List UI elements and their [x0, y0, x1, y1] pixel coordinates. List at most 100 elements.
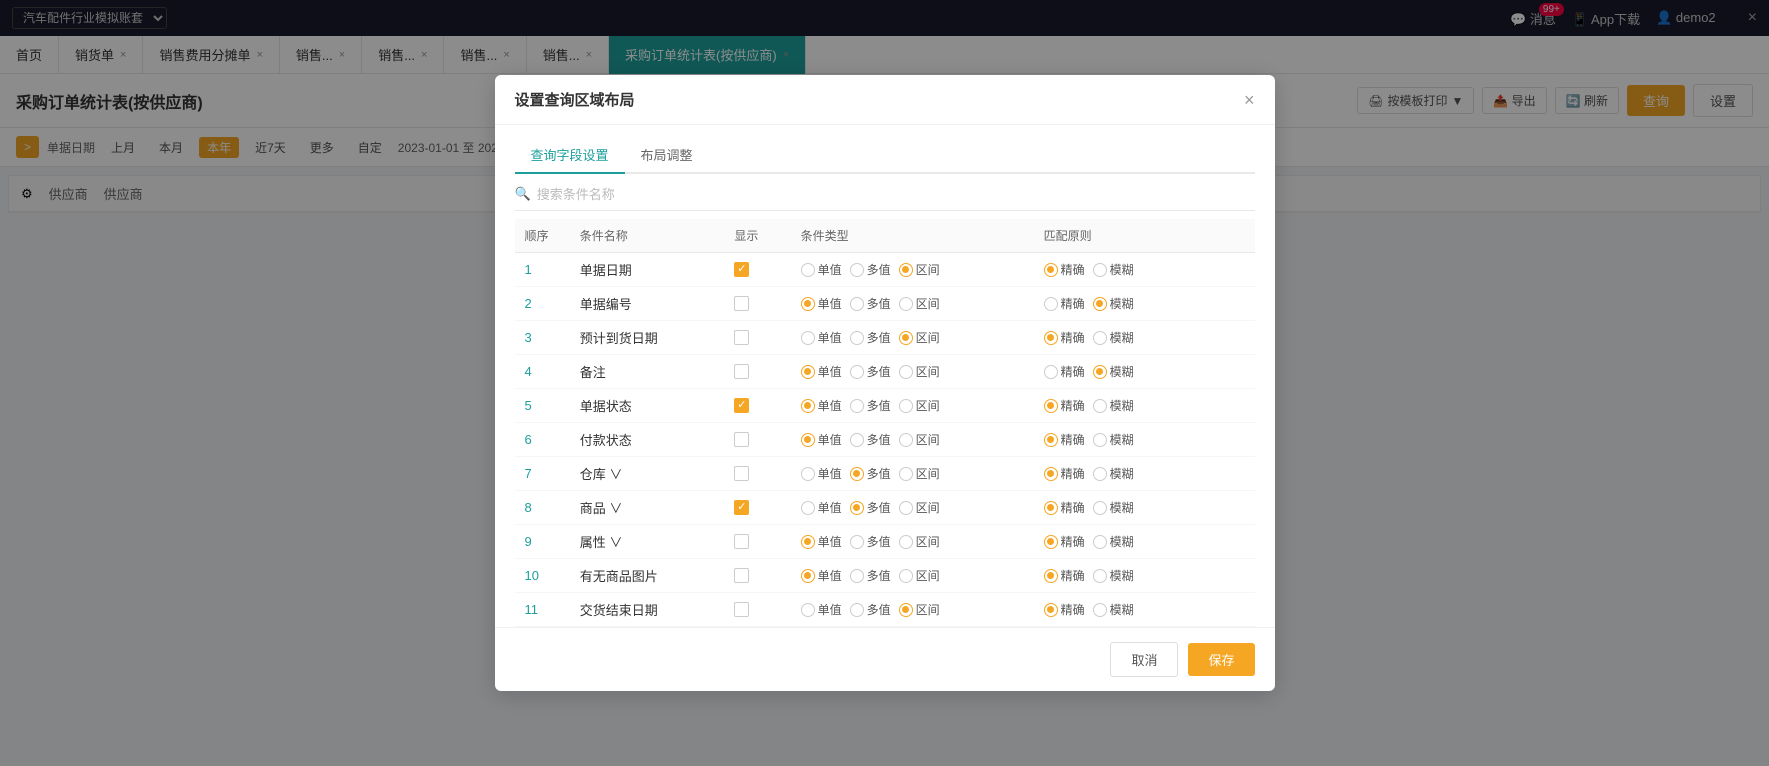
- modal-close-button[interactable]: ×: [1244, 91, 1255, 109]
- type-radio-单值[interactable]: 单值: [801, 261, 842, 278]
- type-radio-多值[interactable]: 多值: [850, 567, 891, 584]
- type-radio-区间[interactable]: 区间: [899, 329, 940, 346]
- type-radio-多值[interactable]: 多值: [850, 431, 891, 448]
- match-radio-精确[interactable]: 精确: [1044, 465, 1085, 482]
- type-radio-多值[interactable]: 多值: [850, 499, 891, 516]
- type-radio-单值[interactable]: 单值: [801, 499, 842, 516]
- row-type-cell: 单值多值 区间: [791, 491, 1034, 525]
- match-radio-精确[interactable]: 精确: [1044, 329, 1085, 346]
- match-radio-精确[interactable]: 精确: [1044, 431, 1085, 448]
- type-radio-区间[interactable]: 区间: [899, 601, 940, 618]
- type-radio-单值[interactable]: 单值: [801, 465, 842, 482]
- type-radio-多值[interactable]: 多值: [850, 295, 891, 312]
- type-radio-区间[interactable]: 区间: [899, 397, 940, 414]
- match-radio-精确[interactable]: 精确: [1044, 567, 1085, 584]
- col-header-display: 显示: [724, 219, 790, 253]
- type-radio-区间[interactable]: 区间: [899, 295, 940, 312]
- match-radio-精确[interactable]: 精确: [1044, 363, 1085, 380]
- radio-circle: [1093, 331, 1107, 345]
- type-radio-单值[interactable]: 单值: [801, 329, 842, 346]
- display-checkbox[interactable]: [734, 534, 749, 549]
- match-radio-精确[interactable]: 精确: [1044, 499, 1085, 516]
- match-radio-精确[interactable]: 精确: [1044, 533, 1085, 550]
- match-radio-模糊[interactable]: 模糊: [1093, 567, 1134, 584]
- radio-label: 精确: [1061, 533, 1085, 550]
- radio-label: 区间: [916, 397, 940, 414]
- match-radio-模糊[interactable]: 模糊: [1093, 363, 1134, 380]
- type-radio-单值[interactable]: 单值: [801, 397, 842, 414]
- match-radio-模糊[interactable]: 模糊: [1093, 397, 1134, 414]
- match-radio-模糊[interactable]: 模糊: [1093, 499, 1134, 516]
- display-checkbox[interactable]: [734, 602, 749, 617]
- type-radio-多值[interactable]: 多值: [850, 533, 891, 550]
- match-radio-模糊[interactable]: 模糊: [1093, 533, 1134, 550]
- search-input[interactable]: [537, 187, 737, 202]
- display-checkbox[interactable]: [734, 500, 749, 515]
- radio-label: 区间: [916, 261, 940, 278]
- radio-circle: [1044, 535, 1058, 549]
- modal-tab-query-fields[interactable]: 查询字段设置: [515, 137, 625, 174]
- type-radio-单值[interactable]: 单值: [801, 363, 842, 380]
- type-radio-区间[interactable]: 区间: [899, 499, 940, 516]
- display-checkbox[interactable]: [734, 466, 749, 481]
- type-radio-区间[interactable]: 区间: [899, 567, 940, 584]
- type-radio-单值[interactable]: 单值: [801, 295, 842, 312]
- type-radio-多值[interactable]: 多值: [850, 261, 891, 278]
- modal-tab-layout[interactable]: 布局调整: [625, 137, 709, 174]
- type-radio-单值[interactable]: 单值: [801, 601, 842, 618]
- radio-circle: [1093, 297, 1107, 311]
- type-radio-多值[interactable]: 多值: [850, 601, 891, 618]
- display-checkbox[interactable]: [734, 364, 749, 379]
- type-radio-单值[interactable]: 单值: [801, 533, 842, 550]
- type-radio-多值[interactable]: 多值: [850, 397, 891, 414]
- match-radio-精确[interactable]: 精确: [1044, 295, 1085, 312]
- modal-body: 查询字段设置 布局调整 🔍 顺序 条件名称 显示 条件类型 匹配原则: [495, 125, 1275, 627]
- type-radio-单值[interactable]: 单值: [801, 567, 842, 584]
- match-radio-模糊[interactable]: 模糊: [1093, 601, 1134, 618]
- radio-label: 精确: [1061, 397, 1085, 414]
- radio-circle: [899, 331, 913, 345]
- table-row: 3预计到货日期单值多值区间精确模糊: [515, 321, 1255, 355]
- radio-circle: [850, 365, 864, 379]
- display-checkbox[interactable]: [734, 262, 749, 277]
- type-radio-区间[interactable]: 区间: [899, 363, 940, 380]
- radio-label: 精确: [1061, 363, 1085, 380]
- type-radio-多值[interactable]: 多值: [850, 329, 891, 346]
- row-type-cell: 单值多值区间: [791, 423, 1034, 457]
- match-radio-模糊[interactable]: 模糊: [1093, 431, 1134, 448]
- row-name: 单据状态: [570, 389, 725, 423]
- match-radio-模糊[interactable]: 模糊: [1093, 329, 1134, 346]
- match-radio-精确[interactable]: 精确: [1044, 601, 1085, 618]
- match-radio-模糊[interactable]: 模糊: [1093, 295, 1134, 312]
- radio-circle: [850, 467, 864, 481]
- match-radio-精确[interactable]: 精确: [1044, 397, 1085, 414]
- display-checkbox[interactable]: [734, 432, 749, 447]
- display-checkbox[interactable]: [734, 296, 749, 311]
- row-display-cell: [724, 457, 790, 491]
- row-type-cell: 单值多值 区间: [791, 253, 1034, 287]
- type-radio-区间[interactable]: 区间: [899, 465, 940, 482]
- type-radio-多值[interactable]: 多值: [850, 465, 891, 482]
- match-radio-模糊[interactable]: 模糊: [1093, 465, 1134, 482]
- display-checkbox[interactable]: [734, 330, 749, 345]
- cancel-button[interactable]: 取消: [1110, 642, 1178, 677]
- type-radio-区间[interactable]: 区间: [899, 533, 940, 550]
- type-radio-单值[interactable]: 单值: [801, 431, 842, 448]
- radio-label: 模糊: [1110, 465, 1134, 482]
- radio-label: 区间: [916, 499, 940, 516]
- type-radio-多值[interactable]: 多值: [850, 363, 891, 380]
- save-button[interactable]: 保存: [1188, 643, 1254, 676]
- radio-label: 多值: [867, 533, 891, 550]
- match-radio-模糊[interactable]: 模糊: [1093, 261, 1134, 278]
- display-checkbox[interactable]: [734, 568, 749, 583]
- modal-dialog: 设置查询区域布局 × 查询字段设置 布局调整 🔍 顺序 条件名称 显示: [495, 75, 1275, 691]
- radio-circle: [1044, 467, 1058, 481]
- row-name: 预计到货日期: [570, 321, 725, 355]
- radio-label: 模糊: [1110, 499, 1134, 516]
- type-radio-区间[interactable]: 区间: [899, 261, 940, 278]
- radio-label: 模糊: [1110, 431, 1134, 448]
- match-radio-精确[interactable]: 精确: [1044, 261, 1085, 278]
- type-radio-区间[interactable]: 区间: [899, 431, 940, 448]
- radio-label: 单值: [818, 363, 842, 380]
- display-checkbox[interactable]: [734, 398, 749, 413]
